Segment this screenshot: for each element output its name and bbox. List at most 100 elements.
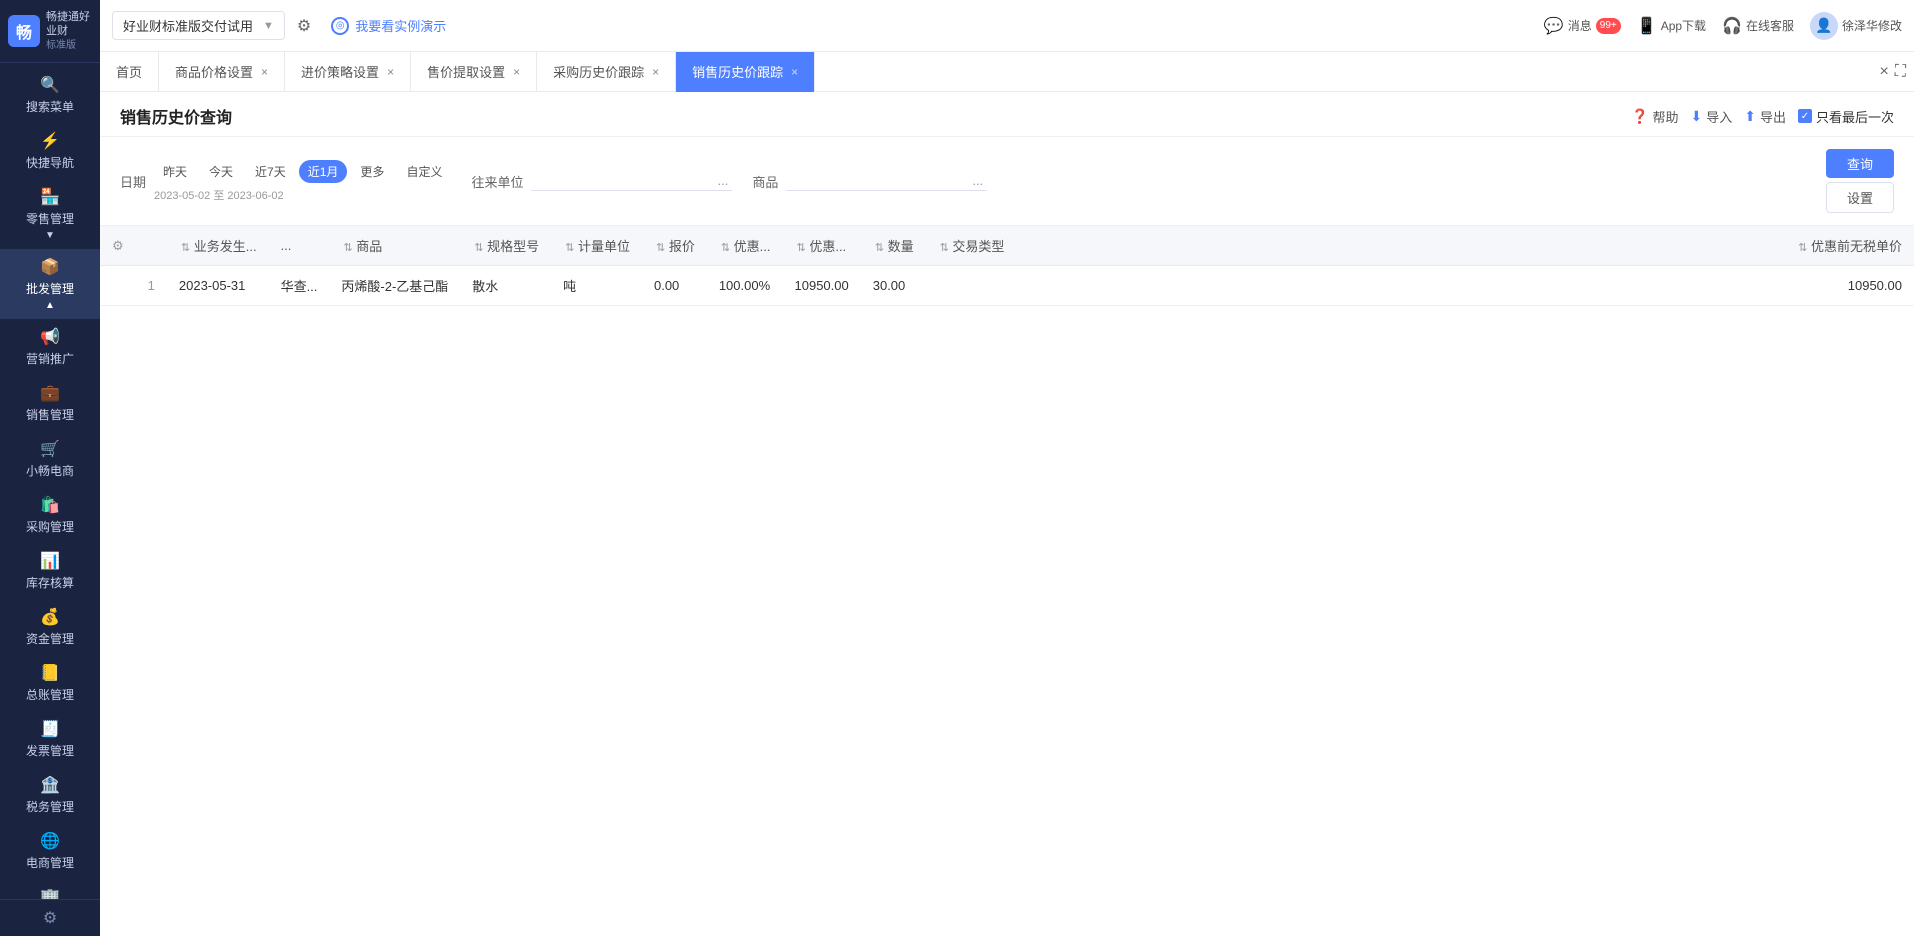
tabbar-expand-icon[interactable]: ⛶: [1895, 63, 1906, 81]
tab-close-product-price[interactable]: ×: [261, 65, 268, 79]
tab-home[interactable]: 首页: [100, 52, 159, 92]
col-num: [136, 226, 167, 266]
app-download-button[interactable]: 📱 App下载: [1637, 16, 1706, 36]
page: 销售历史价查询 ❓ 帮助 ⬇ 导入 ⬆ 导出 ✓: [100, 92, 1914, 936]
tab-purchase-history[interactable]: 采购历史价跟踪×: [537, 52, 676, 92]
tab-close-purchase-history[interactable]: ×: [652, 65, 659, 79]
nav-label-ecomm: 电商管理: [26, 854, 74, 871]
source-more-button[interactable]: ...: [717, 173, 728, 188]
sidebar-item-ledger[interactable]: 📒总账管理: [0, 655, 100, 711]
topbar-settings-icon[interactable]: ⚙: [297, 16, 311, 36]
source-input[interactable]: [535, 173, 711, 188]
col-discount1[interactable]: ⇅ 优惠...: [707, 226, 783, 266]
product-input[interactable]: [790, 173, 966, 188]
query-button[interactable]: 查询: [1826, 149, 1894, 178]
col-product[interactable]: ⇅ 商品: [329, 226, 460, 266]
table-gear-icon[interactable]: ⚙: [112, 238, 124, 253]
topbar-demo[interactable]: ◎ 我要看实例演示: [331, 16, 446, 35]
export-button[interactable]: ⬆ 导出: [1744, 107, 1786, 126]
col-unit-sort-icon: ⇅: [565, 242, 574, 254]
tab-label-product-price: 商品价格设置: [175, 62, 253, 81]
col-gear: ⚙: [100, 226, 136, 266]
col-qty-sort-icon: ⇅: [875, 242, 884, 254]
date-btn-last7[interactable]: 近7天: [246, 160, 295, 183]
sidebar-item-tax[interactable]: 🏦税务管理: [0, 767, 100, 823]
tab-close-purchase-strategy[interactable]: ×: [387, 65, 394, 79]
product-filter-group: 商品 ...: [752, 171, 987, 191]
sidebar-item-retail[interactable]: 🏪零售管理▼: [0, 179, 100, 249]
col-price[interactable]: ⇅ 报价: [642, 226, 707, 266]
service-label: 在线客服: [1746, 17, 1794, 34]
last-only-checkbox-item[interactable]: ✓ 只看最后一次: [1798, 107, 1894, 126]
import-label: 导入: [1706, 107, 1732, 126]
tab-product-price[interactable]: 商品价格设置 ×: [159, 52, 285, 92]
import-button[interactable]: ⬇ 导入: [1690, 107, 1732, 126]
tab-close-sales-history[interactable]: ×: [791, 65, 798, 79]
sidebar-item-search[interactable]: 🔍搜索菜单: [0, 67, 100, 123]
date-btn-last1m[interactable]: 近1月: [299, 160, 348, 183]
col-trade-type[interactable]: ⇅ 交易类型: [926, 226, 1017, 266]
col-pretax-price[interactable]: ⇅ 优惠前无税单价: [1784, 226, 1914, 266]
date-filter-group: 日期 昨天今天近7天近1月更多自定义 2023-05-02 至 2023-06-…: [120, 160, 451, 203]
sidebar-item-invoice[interactable]: 🧾发票管理: [0, 711, 100, 767]
filter-actions: 查询 设置: [1826, 149, 1894, 213]
tabbar-right: × ⛶: [1879, 63, 1914, 81]
col-spec[interactable]: ⇅ 规格型号: [460, 226, 551, 266]
row-trade-type-cell: [926, 266, 1017, 306]
col-biz-date[interactable]: ⇅ 业务发生...: [167, 226, 269, 266]
tab-sale-extract[interactable]: 售价提取设置×: [411, 52, 537, 92]
tab-close-sale-extract[interactable]: ×: [513, 65, 520, 79]
nav-label-quicknav: 快捷导航: [26, 154, 74, 171]
date-btn-custom[interactable]: 自定义: [397, 160, 451, 183]
row-qty-cell: 30.00: [861, 266, 926, 306]
tab-purchase-strategy[interactable]: 进价策略设置×: [285, 52, 411, 92]
nav-label-marketing: 营销推广: [26, 350, 74, 367]
nav-icon-assets: 🏢: [40, 887, 60, 899]
sidebar-item-marketing[interactable]: 📢营销推广: [0, 319, 100, 375]
import-icon: ⬇: [1690, 108, 1702, 125]
col-trade-type-sort-icon: ⇅: [940, 242, 949, 254]
date-btn-more[interactable]: 更多: [351, 160, 393, 183]
help-button[interactable]: ❓ 帮助: [1631, 107, 1678, 126]
version-select[interactable]: 好业财标准版交付试用 ▼: [112, 11, 285, 40]
table-row[interactable]: 1 2023-05-31 华查... 丙烯酸-2-乙基己酯 散水 吨 0.00 …: [100, 266, 1914, 306]
source-input-wrapper: ...: [531, 171, 732, 191]
settings-button[interactable]: 设置: [1826, 182, 1894, 213]
col-discount2[interactable]: ⇅ 优惠...: [783, 226, 861, 266]
sidebar-item-sales[interactable]: 💼销售管理: [0, 375, 100, 431]
page-header-actions: ❓ 帮助 ⬇ 导入 ⬆ 导出 ✓ 只看最后一次: [1631, 107, 1894, 126]
sidebar-item-ecommsmall[interactable]: 🛒小畅电商: [0, 431, 100, 487]
col-price-sort-icon: ⇅: [656, 242, 665, 254]
sidebar-bottom: ⚙: [0, 899, 100, 936]
nav-icon-purchase: 🛍️: [40, 495, 60, 515]
tab-sales-history[interactable]: 销售历史价跟踪×: [676, 52, 815, 92]
tabbar-close-icon[interactable]: ×: [1879, 63, 1888, 81]
data-table: ⚙⇅ 业务发生......⇅ 商品⇅ 规格型号⇅ 计量单位⇅ 报价⇅ 优惠...…: [100, 226, 1914, 306]
col-unit[interactable]: ⇅ 计量单位: [551, 226, 642, 266]
date-btn-today[interactable]: 今天: [200, 160, 242, 183]
col-qty[interactable]: ⇅ 数量: [861, 226, 926, 266]
col-spacer: [1016, 226, 1784, 266]
date-btn-yesterday[interactable]: 昨天: [154, 160, 196, 183]
sidebar-settings-button[interactable]: ⚙: [43, 908, 57, 928]
sidebar-item-quicknav[interactable]: ⚡快捷导航: [0, 123, 100, 179]
product-more-button[interactable]: ...: [972, 173, 983, 188]
sidebar-item-wholesale[interactable]: 📦批发管理▲: [0, 249, 100, 319]
row-spec-cell: 散水: [460, 266, 551, 306]
nav-icon-ledger: 📒: [40, 663, 60, 683]
message-button[interactable]: 💬 消息 99+: [1544, 16, 1621, 36]
user-menu[interactable]: 👤 徐泽华修改: [1810, 12, 1902, 40]
nav-label-inventory: 库存核算: [26, 574, 74, 591]
date-range: 2023-05-02 至 2023-06-02: [154, 187, 451, 203]
last-only-checkbox[interactable]: ✓: [1798, 109, 1812, 123]
sidebar-item-assets[interactable]: 🏢固定资产: [0, 879, 100, 899]
table-wrapper: ⚙⇅ 业务发生......⇅ 商品⇅ 规格型号⇅ 计量单位⇅ 报价⇅ 优惠...…: [100, 226, 1914, 306]
sidebar-item-finance[interactable]: 💰资金管理: [0, 599, 100, 655]
sidebar-item-purchase[interactable]: 🛍️采购管理: [0, 487, 100, 543]
online-service-button[interactable]: 🎧 在线客服: [1722, 16, 1794, 36]
source-filter-group: 往来单位 ...: [471, 171, 732, 191]
message-label: 消息: [1568, 17, 1592, 34]
sidebar-item-ecomm[interactable]: 🌐电商管理: [0, 823, 100, 879]
sidebar-item-inventory[interactable]: 📊 库存核算: [0, 543, 100, 599]
nav-icon-inventory: 📊: [40, 551, 60, 571]
